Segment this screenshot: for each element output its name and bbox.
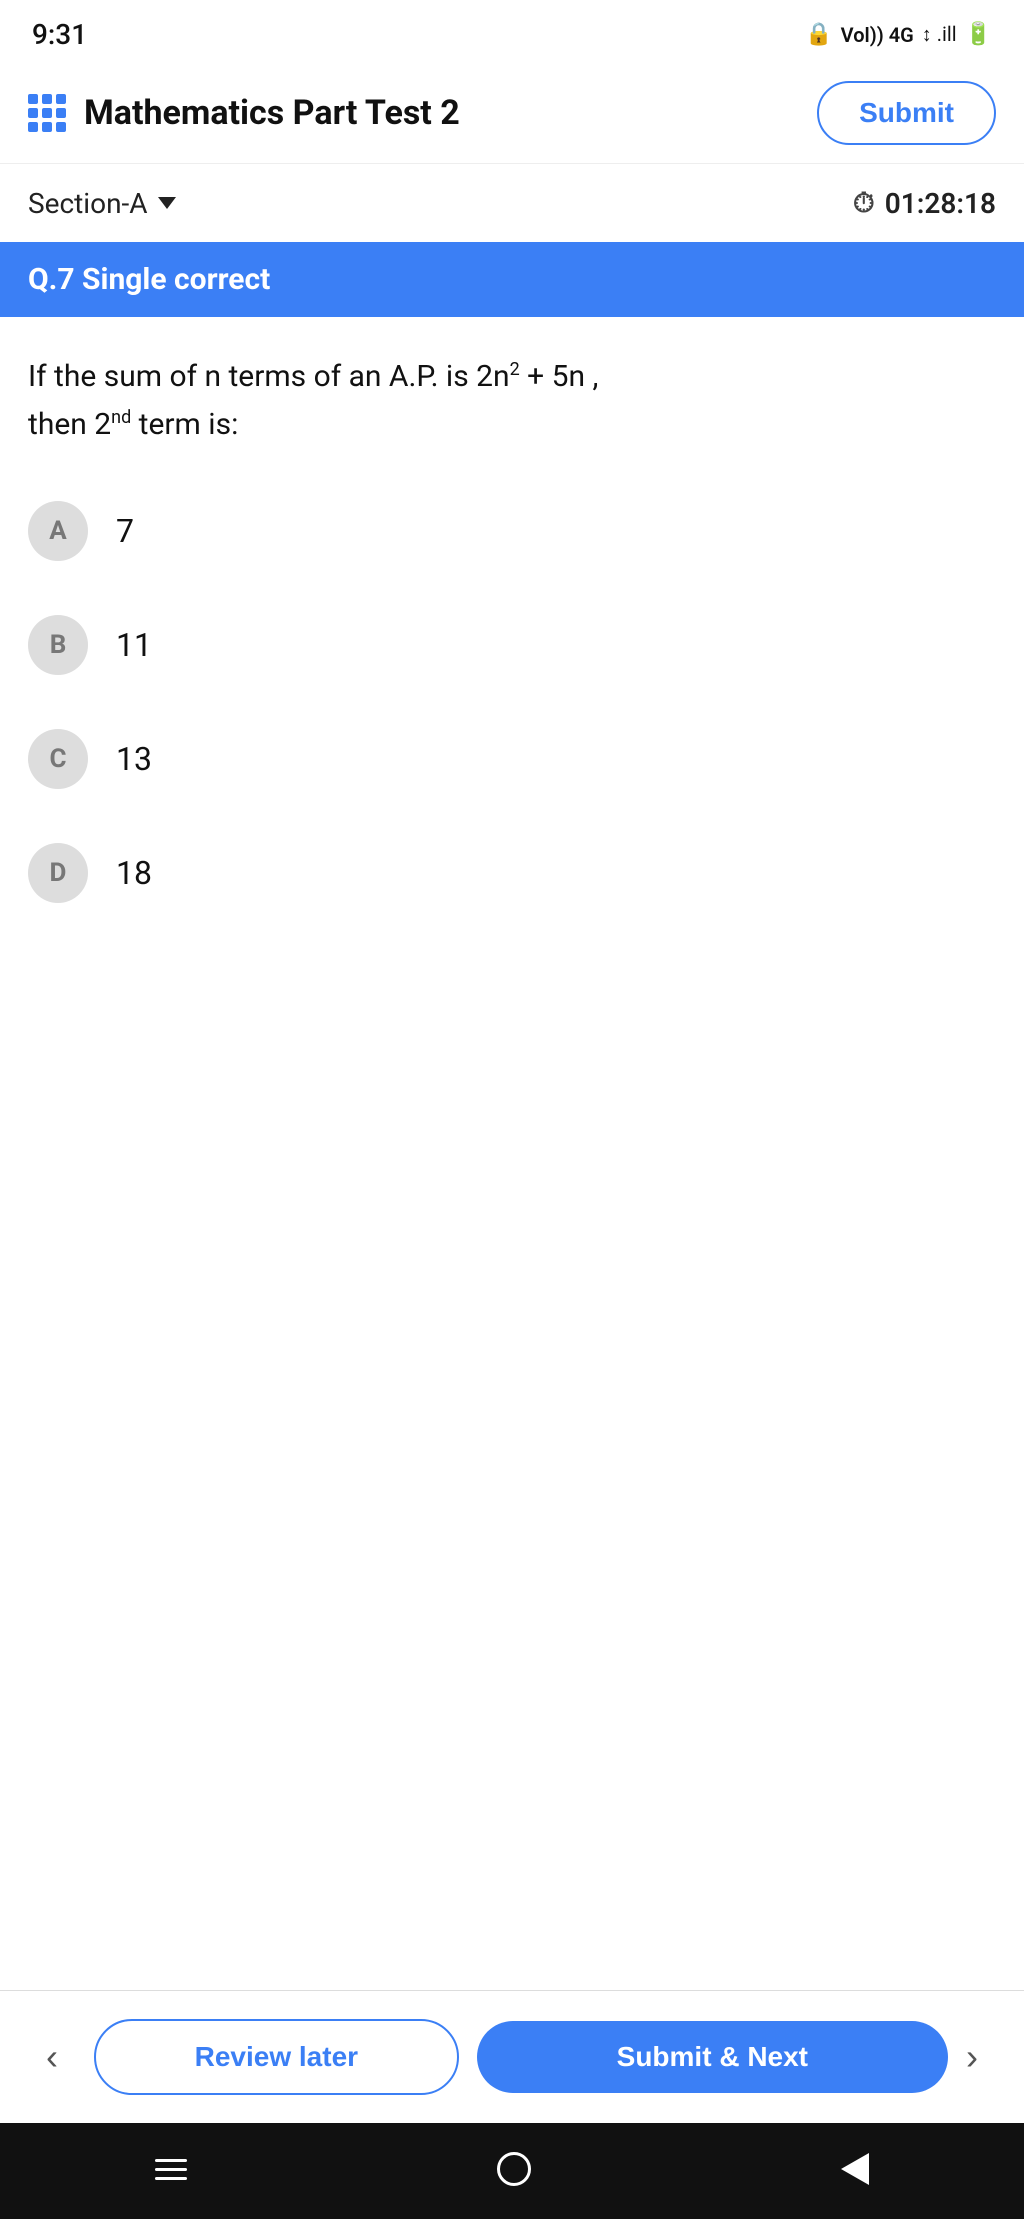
grid-dot xyxy=(56,94,66,104)
option-circle-d: D xyxy=(28,843,88,903)
network-icon: ↕ .ill xyxy=(922,22,957,47)
nav-line xyxy=(155,2159,187,2162)
circle-icon xyxy=(497,2152,531,2186)
question-label: Q.7 Single correct xyxy=(28,262,270,297)
bottom-nav: ‹ Review later Submit & Next › xyxy=(0,1990,1024,2123)
page-title: Mathematics Part Test 2 xyxy=(84,93,460,133)
status-icons: 🔒 Vol)) 4G ↕ .ill 🔋 xyxy=(805,22,992,47)
timer: ⏱ 01:28:18 xyxy=(853,186,996,220)
option-circle-b: B xyxy=(28,615,88,675)
android-nav-bar xyxy=(0,2123,1024,2219)
option-text-d: 18 xyxy=(116,854,152,892)
option-text-a: 7 xyxy=(116,512,134,550)
lock-icon: 🔒 xyxy=(805,22,832,47)
option-item-a[interactable]: A 7 xyxy=(28,479,996,583)
grid-dot xyxy=(56,122,66,132)
option-text-b: 11 xyxy=(116,626,152,664)
options-list: A 7 B 11 C 13 D 18 xyxy=(0,469,1024,925)
back-triangle-icon xyxy=(841,2153,869,2185)
timer-value: 01:28:18 xyxy=(885,187,996,220)
status-bar: 9:31 🔒 Vol)) 4G ↕ .ill 🔋 xyxy=(0,0,1024,63)
option-item-b[interactable]: B 11 xyxy=(28,593,996,697)
android-back-button[interactable] xyxy=(841,2153,869,2185)
grid-dot xyxy=(42,122,52,132)
grid-dot xyxy=(42,108,52,118)
submit-button[interactable]: Submit xyxy=(817,81,996,145)
option-circle-a: A xyxy=(28,501,88,561)
section-label: Section-A xyxy=(28,187,148,220)
submit-next-button[interactable]: Submit & Next xyxy=(477,2021,948,2093)
option-item-c[interactable]: C 13 xyxy=(28,707,996,811)
grid-icon[interactable] xyxy=(28,94,66,132)
grid-dot xyxy=(28,122,38,132)
grid-dot xyxy=(28,94,38,104)
grid-dot xyxy=(42,94,52,104)
status-time: 9:31 xyxy=(32,18,87,51)
header-left: Mathematics Part Test 2 xyxy=(28,93,460,133)
signal-text: Vol)) 4G xyxy=(841,23,914,47)
nav-line xyxy=(155,2168,187,2171)
grid-dot xyxy=(28,108,38,118)
review-later-button[interactable]: Review later xyxy=(94,2019,459,2095)
battery-icon: 🔋 xyxy=(965,22,992,47)
nav-line xyxy=(155,2177,187,2180)
option-circle-c: C xyxy=(28,729,88,789)
question-body: If the sum of n terms of an A.P. is 2n2 … xyxy=(0,317,1024,469)
prev-button[interactable]: ‹ xyxy=(28,2026,76,2088)
grid-dot xyxy=(56,108,66,118)
android-menu-button[interactable] xyxy=(155,2159,187,2180)
android-home-button[interactable] xyxy=(497,2152,531,2186)
question-banner: Q.7 Single correct xyxy=(0,242,1024,317)
header: Mathematics Part Test 2 Submit xyxy=(0,63,1024,164)
section-row: Section-A ⏱ 01:28:18 xyxy=(0,164,1024,242)
question-text: If the sum of n terms of an A.P. is 2n2 … xyxy=(28,359,598,442)
section-selector[interactable]: Section-A xyxy=(28,187,176,220)
content-spacer xyxy=(0,925,1024,1990)
menu-lines-icon xyxy=(155,2159,187,2180)
clock-icon: ⏱ xyxy=(853,186,875,220)
next-button[interactable]: › xyxy=(948,2026,996,2088)
option-item-d[interactable]: D 18 xyxy=(28,821,996,925)
option-text-c: 13 xyxy=(116,740,152,778)
chevron-down-icon xyxy=(158,197,176,209)
